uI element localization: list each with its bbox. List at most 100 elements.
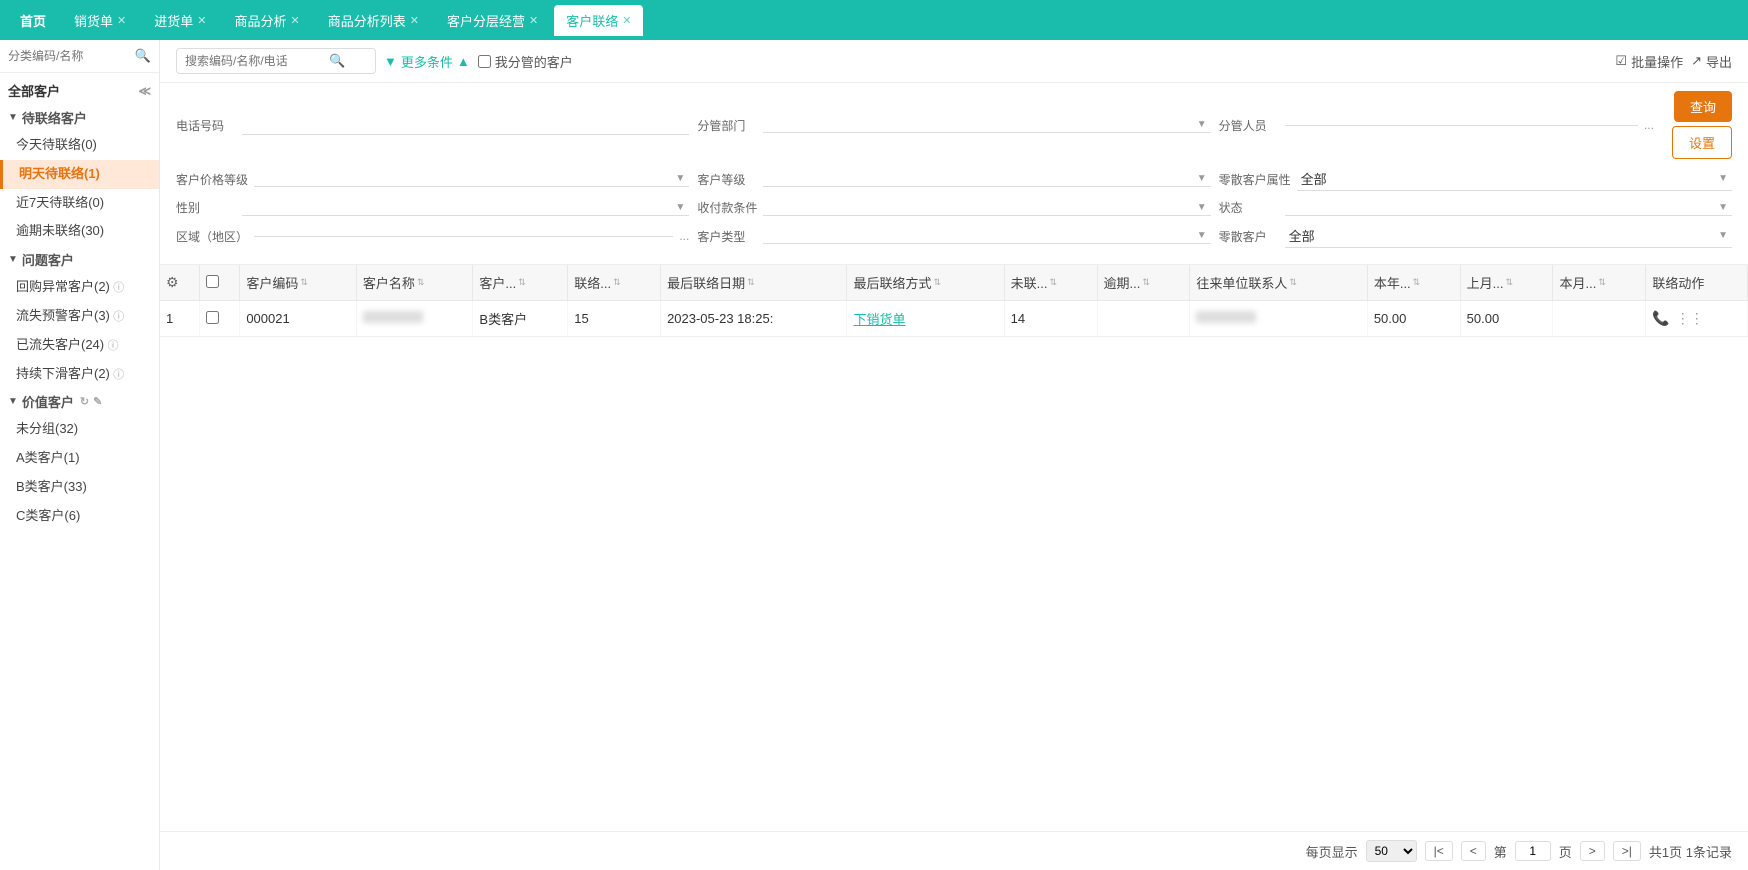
per-page-label: 每页显示 [1306, 842, 1358, 861]
more-conditions-btn[interactable]: ▼ 更多条件 ▲ [384, 52, 470, 71]
col-no-contact: 未联...⇅ [1004, 265, 1097, 301]
filter-retail-attr-select[interactable]: 全部 ▼ [1297, 167, 1732, 191]
per-page-select[interactable]: 50 100 200 [1366, 840, 1417, 862]
filter-dept-select[interactable]: ▼ [763, 117, 1210, 133]
problem-title-label: 问题客户 [22, 250, 74, 269]
prev-page-btn[interactable]: < [1461, 841, 1486, 861]
first-page-btn[interactable]: |< [1425, 841, 1453, 861]
nav-purchase-close[interactable]: ✕ [197, 14, 206, 27]
value-refresh-icon[interactable]: ↻ [80, 395, 89, 408]
export-icon: ↗ [1691, 53, 1702, 69]
row-checkbox[interactable] [199, 301, 240, 337]
filter-customer-level-label: 客户等级 [697, 171, 757, 188]
filter-phone-input[interactable] [242, 116, 689, 135]
nav-goods-analysis[interactable]: 商品分析 ✕ [222, 5, 311, 36]
query-btn[interactable]: 查询 [1674, 91, 1732, 122]
filter-price-level-select[interactable]: ▼ [254, 171, 689, 187]
col-last-method: 最后联络方式⇅ [847, 265, 1004, 301]
my-customers-checkbox-wrap[interactable]: 我分管的客户 [478, 52, 573, 71]
nav-goods-analysis-list-label: 商品分析列表 [328, 11, 406, 30]
batch-op-btn[interactable]: ☑ 批量操作 [1615, 52, 1683, 71]
row-no-contact: 14 [1004, 301, 1097, 337]
page-input[interactable] [1515, 841, 1551, 861]
row-contact-count: 15 [568, 301, 661, 337]
search-icon[interactable]: 🔍 [329, 53, 345, 69]
sidebar-search-icon[interactable]: 🔍 [135, 48, 151, 64]
col-gear[interactable]: ⚙ [160, 265, 199, 301]
nav-home[interactable]: 首页 [8, 5, 58, 36]
col-type-sort[interactable]: ⇅ [518, 277, 526, 288]
row-last-method-link[interactable]: 下销货单 [853, 312, 905, 327]
sidebar-continuous-down[interactable]: 持续下滑客户(2) ⓘ [0, 360, 159, 389]
nav-customer-segment-close[interactable]: ✕ [529, 14, 538, 27]
my-customers-checkbox[interactable] [478, 55, 491, 68]
col-name-label: 客户名称 [363, 273, 415, 292]
filter-payment-select[interactable]: ▼ [763, 200, 1210, 216]
nav-goods-analysis-list[interactable]: 商品分析列表 ✕ [316, 5, 431, 36]
filter-status-select[interactable]: ▼ [1285, 200, 1732, 216]
nav-customer-contact[interactable]: 客户联络 ✕ [554, 5, 643, 36]
filter-retail-customer-select[interactable]: 全部 ▼ [1285, 224, 1732, 248]
sidebar-class-b[interactable]: B类客户(33) [0, 473, 159, 502]
col-overdue-sort[interactable]: ⇅ [1142, 277, 1150, 288]
filter-person-dots[interactable]: ... [1644, 118, 1654, 132]
col-no-contact-sort[interactable]: ⇅ [1050, 277, 1058, 288]
col-last-method-sort[interactable]: ⇅ [934, 277, 942, 288]
nav-customer-contact-close[interactable]: ✕ [622, 14, 631, 27]
search-input[interactable] [185, 54, 325, 68]
filter-row-4: 区域（地区） ... 客户类型 ▼ 零散客户 全部 ▼ [176, 224, 1732, 248]
filter-row-2: 客户价格等级 ▼ 客户等级 ▼ 零散客户属性 全部 [176, 167, 1732, 191]
value-edit-icon[interactable]: ✎ [93, 395, 102, 408]
all-customers-label: 全部客户 [8, 81, 60, 100]
col-last-date-sort[interactable]: ⇅ [747, 277, 755, 288]
row-action-menu-icon[interactable]: ⋮⋮ [1676, 310, 1704, 327]
gear-icon[interactable]: ⚙ [166, 274, 179, 290]
reset-btn[interactable]: 设置 [1672, 126, 1732, 159]
col-contact-person-sort[interactable]: ⇅ [1289, 277, 1297, 288]
nav-sales[interactable]: 销货单 ✕ [62, 5, 138, 36]
last-page-btn[interactable]: >| [1613, 841, 1641, 861]
sidebar-unclassified[interactable]: 未分组(32) [0, 415, 159, 444]
sidebar-class-a-label: A类客户(1) [16, 450, 80, 465]
row-last-method[interactable]: 下销货单 [847, 301, 1004, 337]
sidebar-repurchase-abnormal[interactable]: 回购异常客户(2) ⓘ [0, 273, 159, 302]
nav-purchase[interactable]: 进货单 ✕ [142, 5, 218, 36]
nav-goods-analysis-list-close[interactable]: ✕ [410, 14, 419, 27]
row-actions: 📞 ⋮⋮ [1646, 301, 1748, 337]
nav-goods-analysis-close[interactable]: ✕ [291, 14, 300, 27]
sidebar-class-a[interactable]: A类客户(1) [0, 444, 159, 473]
sidebar-overdue-label: 逾期未联络(30) [16, 223, 104, 238]
col-name-sort[interactable]: ⇅ [417, 277, 425, 288]
next-page-btn[interactable]: > [1580, 841, 1605, 861]
filter-price-level-label: 客户价格等级 [176, 171, 248, 188]
col-last-month-sort[interactable]: ⇅ [1506, 277, 1514, 288]
info-icon-lost: ⓘ [107, 340, 118, 352]
col-this-year-sort[interactable]: ⇅ [1413, 277, 1421, 288]
sidebar-collapse-btn[interactable]: ≪ [138, 84, 151, 98]
table-body: 1 000021 B类客户 15 2023-05-23 18:25: 下销货单 … [160, 301, 1748, 337]
sidebar-today[interactable]: 今天待联络(0) [0, 131, 159, 160]
filter-customer-level-select[interactable]: ▼ [763, 171, 1210, 187]
filter-gender-select[interactable]: ▼ [242, 200, 689, 216]
col-contact-count-sort[interactable]: ⇅ [613, 277, 621, 288]
sidebar-tomorrow[interactable]: 明天待联络(1) [0, 160, 159, 189]
col-code-sort[interactable]: ⇅ [300, 277, 308, 288]
col-this-month-sort[interactable]: ⇅ [1598, 277, 1606, 288]
filter-region-dots[interactable]: ... [679, 229, 689, 243]
nav-sales-close[interactable]: ✕ [117, 14, 126, 27]
sidebar-search-wrap: 🔍 [0, 40, 159, 73]
sidebar-week7[interactable]: 近7天待联络(0) [0, 189, 159, 218]
sidebar-class-c[interactable]: C类客户(6) [0, 502, 159, 531]
nav-customer-segment[interactable]: 客户分层经营 ✕ [435, 5, 550, 36]
sidebar-lost[interactable]: 已流失客户(24) ⓘ [0, 331, 159, 360]
col-checkbox[interactable] [199, 265, 240, 301]
sidebar-search-input[interactable] [8, 49, 131, 63]
export-btn[interactable]: ↗ 导出 [1691, 52, 1732, 71]
sidebar-overdue[interactable]: 逾期未联络(30) [0, 217, 159, 246]
row-action-phone-icon[interactable]: 📞 [1652, 310, 1669, 327]
search-input-wrap[interactable]: 🔍 [176, 48, 376, 74]
sidebar-lost-warning[interactable]: 流失预警客户(3) ⓘ [0, 302, 159, 331]
row-select-checkbox[interactable] [206, 311, 219, 324]
filter-customer-type-select[interactable]: ▼ [763, 228, 1210, 244]
select-all-checkbox[interactable] [206, 275, 219, 288]
